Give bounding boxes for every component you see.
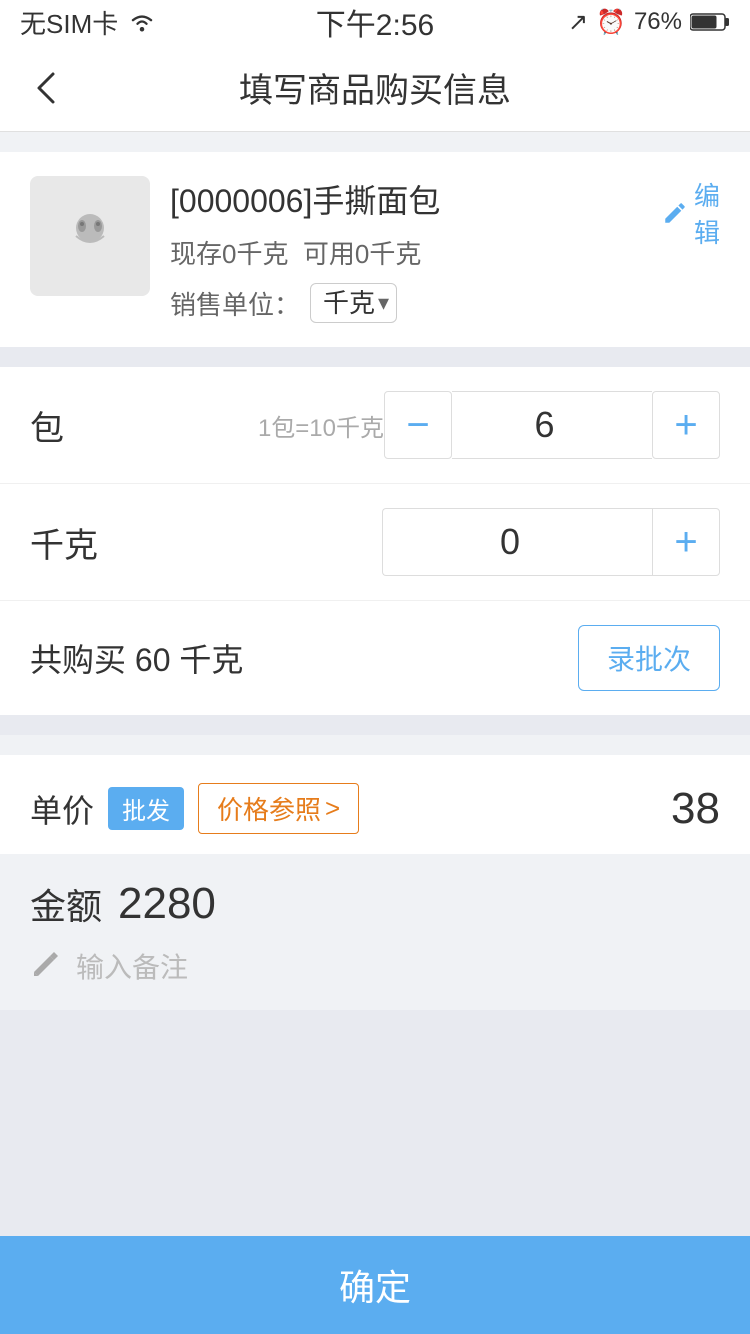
product-logo	[60, 206, 120, 266]
edit-label: 编辑	[694, 176, 720, 250]
empty-space	[0, 1010, 750, 1236]
confirm-button[interactable]: 确定	[0, 1236, 750, 1334]
bao-quantity-row: 包 1包=10千克 − +	[0, 367, 750, 484]
product-stock: 现存0千克 可用0千克	[170, 234, 720, 271]
price-value: 38	[671, 784, 720, 834]
price-row: 单价 批发 价格参照 > 38	[30, 783, 720, 834]
status-bar: 无SIM卡 下午2:56 ↗ ⏰ 76%	[0, 0, 750, 44]
batch-button[interactable]: 录批次	[578, 625, 720, 691]
edit-icon	[662, 200, 688, 226]
total-amount: 60	[135, 642, 171, 678]
total-text: 共购买 60 千克	[30, 635, 243, 681]
product-info: [0000006]手撕面包 现存0千克 可用0千克 销售单位： 千克	[170, 176, 720, 323]
unit-label: 销售单位：	[170, 285, 300, 322]
kg-plus-button[interactable]: +	[652, 508, 720, 576]
kg-quantity-control: +	[382, 508, 720, 576]
edit-button[interactable]: 编辑	[662, 176, 720, 250]
product-image	[30, 176, 150, 296]
battery-text: 76%	[634, 8, 682, 36]
pencil-icon	[30, 948, 62, 985]
bao-quantity-control: − +	[384, 391, 720, 459]
remark-placeholder: 输入备注	[76, 946, 188, 986]
price-section: 单价 批发 价格参照 > 38	[0, 755, 750, 854]
total-batch-row: 共购买 60 千克 录批次	[0, 601, 750, 715]
product-unit-row: 销售单位： 千克	[170, 283, 720, 323]
amount-section: 金额 2280 输入备注	[0, 854, 750, 1010]
status-time: 下午2:56	[316, 0, 434, 44]
unit-select[interactable]: 千克	[310, 283, 397, 323]
carrier-text: 无SIM卡	[20, 4, 118, 41]
amount-label: 金额	[30, 878, 102, 930]
kg-quantity-input[interactable]	[382, 508, 652, 576]
section-divider-2	[0, 715, 750, 735]
section-divider-1	[0, 347, 750, 367]
price-tag: 批发	[108, 787, 184, 830]
kg-quantity-row: 千克 +	[0, 484, 750, 601]
bao-hint: 1包=10千克	[258, 408, 384, 443]
product-name: [0000006]手撕面包	[170, 176, 720, 222]
battery-icon	[690, 12, 730, 32]
bao-label: 包	[30, 401, 246, 450]
bao-quantity-input[interactable]	[452, 391, 652, 459]
unit-select-wrapper[interactable]: 千克	[310, 283, 397, 323]
page-title: 填写商品购买信息	[239, 63, 511, 112]
status-right: ↗ ⏰ 76%	[568, 8, 730, 37]
location-icon: ↗	[568, 8, 588, 37]
kg-label: 千克	[30, 518, 382, 567]
price-label: 单价	[30, 786, 94, 832]
nav-bar: 填写商品购买信息	[0, 44, 750, 132]
amount-value: 2280	[118, 879, 216, 929]
alarm-icon: ⏰	[596, 8, 626, 37]
quantity-section: 包 1包=10千克 − + 千克 +	[0, 367, 750, 601]
amount-row: 金额 2280	[30, 878, 720, 930]
wifi-icon	[128, 12, 156, 32]
bao-plus-button[interactable]: +	[652, 391, 720, 459]
confirm-button-text: 确定	[339, 1259, 411, 1311]
bao-minus-button[interactable]: −	[384, 391, 452, 459]
status-left: 无SIM卡	[20, 4, 156, 41]
remark-row[interactable]: 输入备注	[30, 946, 720, 1010]
price-reference-button[interactable]: 价格参照 >	[198, 783, 359, 834]
product-card: [0000006]手撕面包 现存0千克 可用0千克 销售单位： 千克 编辑	[0, 152, 750, 347]
back-button[interactable]	[24, 66, 68, 110]
